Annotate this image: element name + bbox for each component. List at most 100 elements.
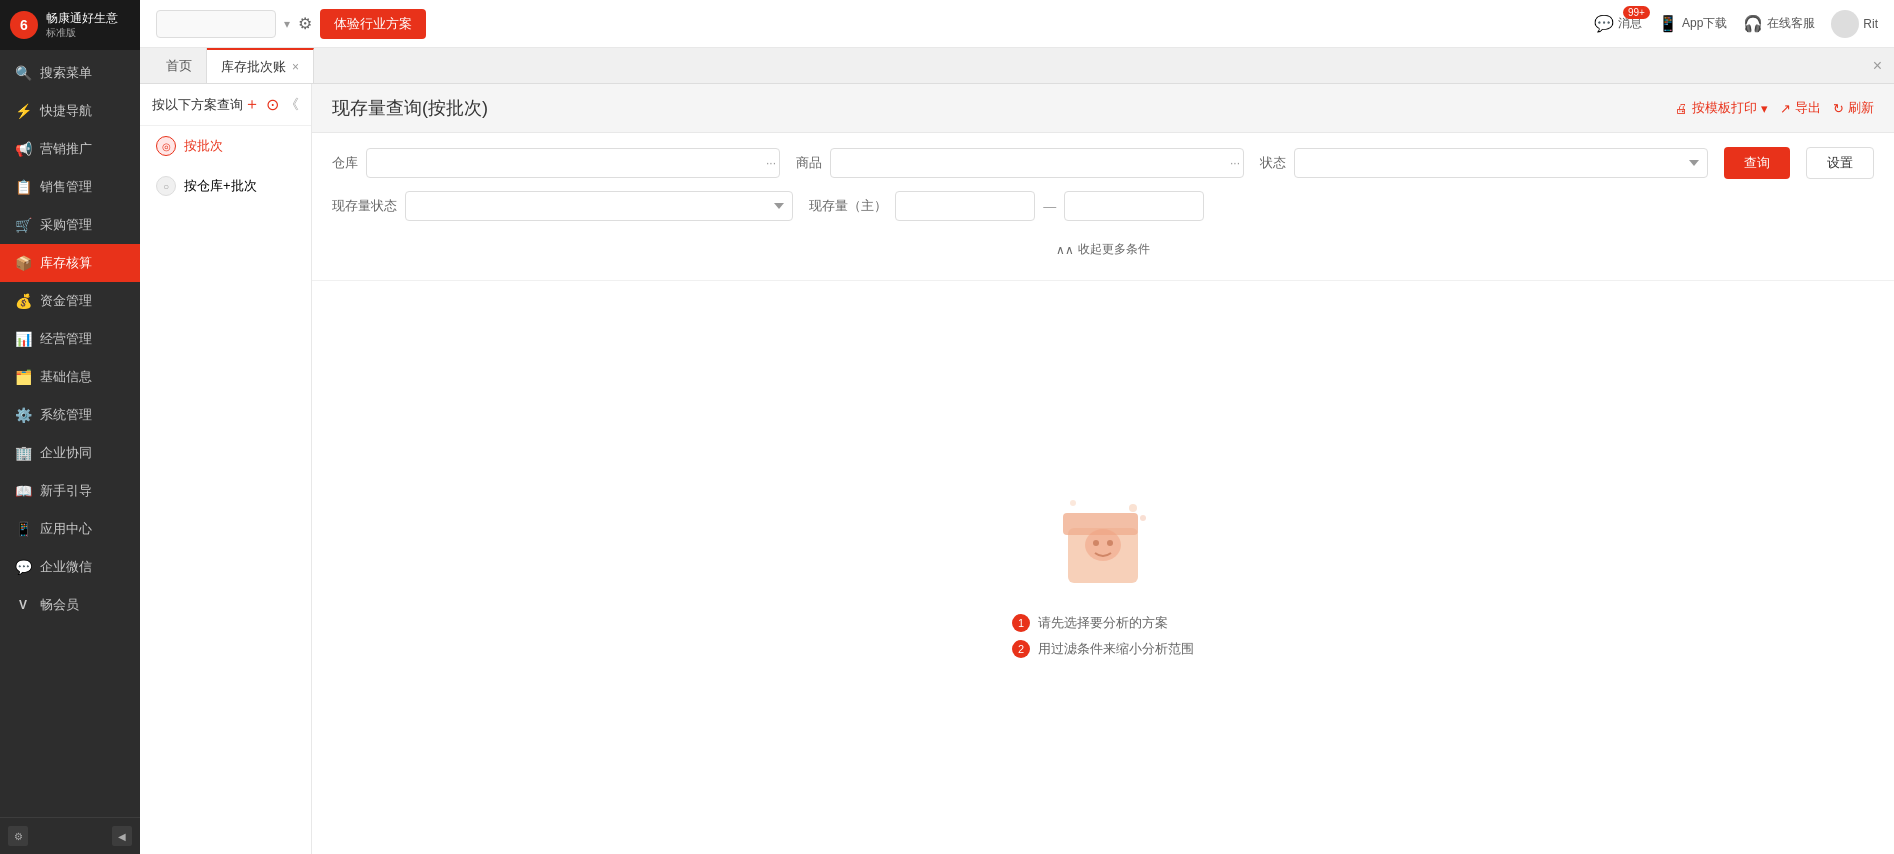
user-profile-btn[interactable]: Rit <box>1831 10 1878 38</box>
add-scheme-btn[interactable]: ＋ <box>244 94 260 115</box>
app-logo: 6 <box>10 11 38 39</box>
sidebar-item-inventory[interactable]: 📦 库存核算 <box>0 244 140 282</box>
scheme-header-label: 按以下方案查询 <box>152 96 243 114</box>
enterprise-icon: 🏢 <box>14 444 32 462</box>
sidebar-item-new-guide[interactable]: 📖 新手引导 <box>0 472 140 510</box>
settings-footer-btn[interactable]: ⚙ <box>8 826 28 846</box>
sidebar-item-search[interactable]: 🔍 搜索菜单 <box>0 54 140 92</box>
app-center-icon: 📱 <box>14 520 32 538</box>
sidebar-label-enterprise: 企业协同 <box>40 444 92 462</box>
sidebar-label-basic-info: 基础信息 <box>40 368 92 386</box>
sidebar: 6 畅康通好生意 标准版 🔍 搜索菜单 ⚡ 快捷导航 📢 营销推广 📋 销售管理… <box>0 0 140 854</box>
panel-collapse-btn[interactable]: 《 <box>285 96 299 114</box>
sidebar-item-enterprise[interactable]: 🏢 企业协同 <box>0 434 140 472</box>
sidebar-item-quick-nav[interactable]: ⚡ 快捷导航 <box>0 92 140 130</box>
print-btn[interactable]: 🖨 按模板打印 ▾ <box>1675 99 1768 117</box>
scheme-item-warehouse-batch[interactable]: ○ 按仓库+批次 <box>140 166 311 206</box>
warehouse-dots-btn[interactable]: ··· <box>766 156 776 170</box>
sidebar-item-system[interactable]: ⚙️ 系统管理 <box>0 396 140 434</box>
scheme-settings-icon: ⊙ <box>266 95 279 114</box>
sidebar-item-sales[interactable]: 📋 销售管理 <box>0 168 140 206</box>
sidebar-label-operations: 经营管理 <box>40 330 92 348</box>
topbar-right: 💬 消息 99+ 📱 App下载 🎧 在线客服 Rit <box>1594 10 1878 38</box>
empty-text: 1 请先选择要分析的方案 2 用过滤条件来缩小分析范围 <box>1012 614 1194 658</box>
marketing-icon: 📢 <box>14 140 32 158</box>
scheme-icon-warehouse: ○ <box>156 176 176 196</box>
refresh-btn[interactable]: ↻ 刷新 <box>1833 99 1874 117</box>
sidebar-label-vip: 畅会员 <box>40 596 79 614</box>
product-input[interactable] <box>830 148 1244 178</box>
sidebar-item-vip[interactable]: V 畅会员 <box>0 586 140 624</box>
page-area: 按以下方案查询 ＋ ⊙ 《 ◎ 按批次 <box>140 84 1894 854</box>
filter-row-2: 现存量状态 现存量（主） — <box>332 191 1874 221</box>
collapse-sidebar-btn[interactable]: ◀ <box>112 826 132 846</box>
app-download-btn[interactable]: 📱 App下载 <box>1658 14 1727 33</box>
empty-svg <box>1043 483 1163 593</box>
topbar: ▾ ⚙ 体验行业方案 💬 消息 99+ 📱 App下载 🎧 在线客服 Rit <box>140 0 1894 48</box>
export-btn[interactable]: ↗ 导出 <box>1780 99 1821 117</box>
svg-point-4 <box>1107 540 1113 546</box>
warehouse-input[interactable] <box>366 148 780 178</box>
inventory-amount-to[interactable] <box>1064 191 1204 221</box>
print-icon: 🖨 <box>1675 101 1688 116</box>
scheme-settings-btn[interactable]: ⊙ <box>266 95 279 114</box>
vip-icon: V <box>14 596 32 614</box>
sidebar-item-app-center[interactable]: 📱 应用中心 <box>0 510 140 548</box>
amount-dash: — <box>1043 199 1056 214</box>
filter-inventory-amount: 现存量（主） — <box>809 191 1270 221</box>
sidebar-label-app-center: 应用中心 <box>40 520 92 538</box>
page-header-actions: 🖨 按模板打印 ▾ ↗ 导出 ↻ 刷新 <box>1675 99 1874 117</box>
tab-batch-account[interactable]: 库存批次账 × <box>207 48 314 83</box>
empty-state: 1 请先选择要分析的方案 2 用过滤条件来缩小分析范围 <box>312 281 1894 854</box>
status-select[interactable] <box>1294 148 1708 178</box>
add-scheme-icon: ＋ <box>244 94 260 115</box>
filter-warehouse: 仓库 ··· <box>332 148 780 178</box>
sidebar-item-enterprise-wechat[interactable]: 💬 企业微信 <box>0 548 140 586</box>
industry-btn[interactable]: 体验行业方案 <box>320 9 426 39</box>
message-btn[interactable]: 💬 消息 99+ <box>1594 14 1642 33</box>
sidebar-item-basic-info[interactable]: 🗂️ 基础信息 <box>0 358 140 396</box>
sidebar-item-purchase[interactable]: 🛒 采购管理 <box>0 206 140 244</box>
sidebar-header: 6 畅康通好生意 标准版 <box>0 0 140 50</box>
sidebar-label-enterprise-wechat: 企业微信 <box>40 558 92 576</box>
inventory-status-select[interactable] <box>405 191 793 221</box>
topbar-dropdown-btn[interactable]: ▾ <box>284 17 290 31</box>
message-badge: 99+ <box>1623 6 1650 19</box>
sidebar-label-system: 系统管理 <box>40 406 92 424</box>
sidebar-item-marketing[interactable]: 📢 营销推广 <box>0 130 140 168</box>
user-name: Rit <box>1863 17 1878 31</box>
global-close-btn[interactable]: × <box>1873 57 1882 75</box>
topbar-gear-btn[interactable]: ⚙ <box>298 14 312 33</box>
filter-settings-btn[interactable]: 设置 <box>1806 147 1874 179</box>
sidebar-label-search: 搜索菜单 <box>40 64 92 82</box>
user-avatar <box>1831 10 1859 38</box>
online-service-btn[interactable]: 🎧 在线客服 <box>1743 14 1815 33</box>
tab-home[interactable]: 首页 <box>152 48 207 83</box>
message-icon: 💬 <box>1594 14 1614 33</box>
page-title: 现存量查询(按批次) <box>332 96 488 120</box>
inventory-amount-from[interactable] <box>895 191 1035 221</box>
tab-close-btn[interactable]: × <box>292 60 299 74</box>
left-panel-header: 按以下方案查询 ＋ ⊙ 《 <box>140 84 311 126</box>
tip-num-1: 1 <box>1012 614 1030 632</box>
panel-collapse-icon: 《 <box>285 96 299 112</box>
topbar-search-input[interactable] <box>156 10 276 38</box>
warehouse-input-wrapper: ··· <box>366 148 780 178</box>
scheme-item-batch[interactable]: ◎ 按批次 <box>140 126 311 166</box>
basic-info-icon: 🗂️ <box>14 368 32 386</box>
sidebar-item-operations[interactable]: 📊 经营管理 <box>0 320 140 358</box>
collapse-conditions-btn[interactable]: ∧∧ 收起更多条件 <box>332 233 1874 266</box>
product-dots-btn[interactable]: ··· <box>1230 156 1240 170</box>
tip-text-1: 请先选择要分析的方案 <box>1038 614 1168 632</box>
scheme-label-warehouse-batch: 按仓库+批次 <box>184 177 257 195</box>
warehouse-label: 仓库 <box>332 154 358 172</box>
topbar-left: ▾ ⚙ 体验行业方案 <box>156 9 1582 39</box>
query-btn[interactable]: 查询 <box>1724 147 1790 179</box>
filter-collapse-row: ∧∧ 收起更多条件 <box>332 233 1874 266</box>
filter-product: 商品 ··· <box>796 148 1244 178</box>
warehouse-dots-icon: ··· <box>766 156 776 170</box>
sidebar-navigation: 🔍 搜索菜单 ⚡ 快捷导航 📢 营销推广 📋 销售管理 🛒 采购管理 📦 库存核… <box>0 50 140 817</box>
refresh-icon: ↻ <box>1833 101 1844 116</box>
sidebar-item-finance[interactable]: 💰 资金管理 <box>0 282 140 320</box>
inventory-status-label: 现存量状态 <box>332 197 397 215</box>
